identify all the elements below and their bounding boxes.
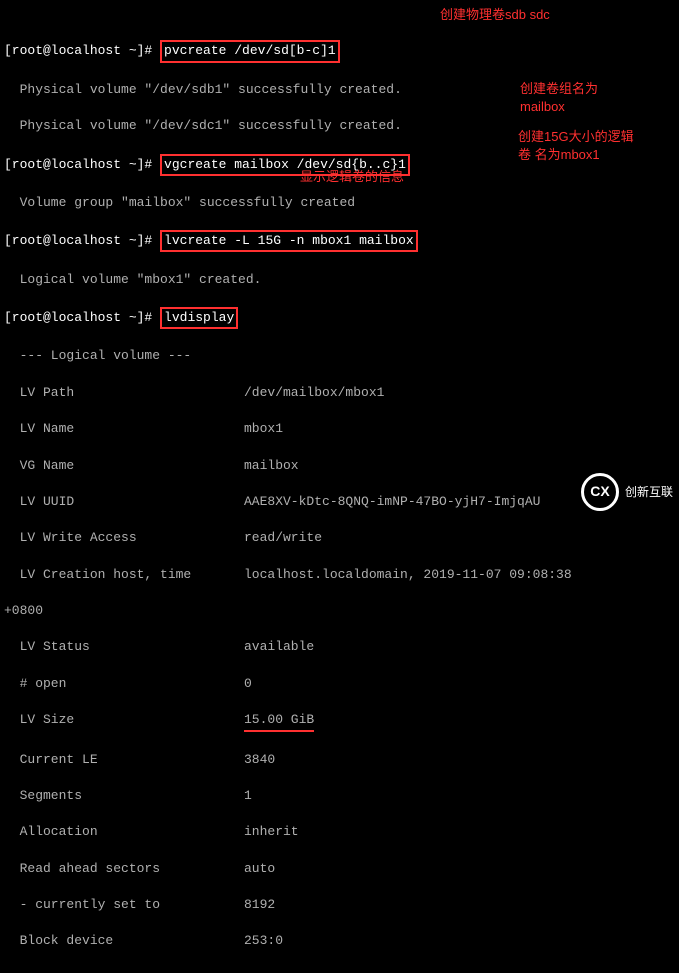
annotation-vgcreate-2: mailbox bbox=[520, 98, 565, 116]
lv-seg-row: Segments1 bbox=[4, 787, 679, 805]
prompt-line-4[interactable]: [root@localhost ~]# lvdisplay bbox=[4, 307, 679, 329]
lv-bd-row: Block device253:0 bbox=[4, 932, 679, 950]
annotation-lvdisplay: 显示逻辑卷的信息 bbox=[300, 168, 404, 186]
watermark: CX 创新互联 bbox=[581, 473, 673, 511]
cmd-pvcreate: pvcreate /dev/sd[b-c]1 bbox=[160, 40, 340, 62]
lv-bd-value: 253:0 bbox=[244, 932, 283, 950]
prompt3: [root@localhost ~]# bbox=[4, 233, 152, 248]
prompt2: [root@localhost ~]# bbox=[4, 157, 152, 172]
lv-status-label: LV Status bbox=[4, 638, 244, 656]
lv-open-label: # open bbox=[4, 675, 244, 693]
watermark-text: 创新互联 bbox=[625, 484, 673, 501]
lv-path-value: /dev/mailbox/mbox1 bbox=[244, 384, 384, 402]
vg-name-value: mailbox bbox=[244, 457, 299, 475]
annotation-lvcreate: 创建15G大小的逻辑 bbox=[518, 128, 634, 146]
lvdisplay-header: --- Logical volume --- bbox=[4, 347, 679, 365]
lv-cs-value: 8192 bbox=[244, 896, 275, 914]
prompt-line-1[interactable]: [root@localhost ~]# pvcreate /dev/sd[b-c… bbox=[4, 40, 679, 62]
lv-bd-label: Block device bbox=[4, 932, 244, 950]
annotation-vgcreate: 创建卷组名为 bbox=[520, 80, 598, 98]
lv-open-row: # open0 bbox=[4, 675, 679, 693]
lv-name-label: LV Name bbox=[4, 420, 244, 438]
lv-alloc-label: Allocation bbox=[4, 823, 244, 841]
lv-wa-label: LV Write Access bbox=[4, 529, 244, 547]
cmd-lvdisplay: lvdisplay bbox=[160, 307, 238, 329]
lv-alloc-row: Allocationinherit bbox=[4, 823, 679, 841]
vg-name-row: VG Namemailbox bbox=[4, 457, 679, 475]
lv-ct-value2: +0800 bbox=[4, 602, 679, 620]
lv-le-row: Current LE3840 bbox=[4, 751, 679, 769]
lv-open-value: 0 bbox=[244, 675, 252, 693]
annotation-lvcreate-2: 卷 名为mbox1 bbox=[518, 146, 600, 164]
lv-size-label: LV Size bbox=[4, 711, 244, 729]
lv-seg-value: 1 bbox=[244, 787, 252, 805]
lv-size-row: LV Size15.00 GiB bbox=[4, 711, 679, 732]
output-vgcreate: Volume group "mailbox" successfully crea… bbox=[4, 194, 679, 212]
lv-status-value: available bbox=[244, 638, 314, 656]
lv-le-value: 3840 bbox=[244, 751, 275, 769]
lv-ra-row: Read ahead sectorsauto bbox=[4, 860, 679, 878]
cmd-lvcreate: lvcreate -L 15G -n mbox1 mailbox bbox=[160, 230, 418, 252]
prompt-line-3[interactable]: [root@localhost ~]# lvcreate -L 15G -n m… bbox=[4, 230, 679, 252]
lv-path-label: LV Path bbox=[4, 384, 244, 402]
lv-ra-value: auto bbox=[244, 860, 275, 878]
watermark-icon: CX bbox=[581, 473, 619, 511]
lv-ra-label: Read ahead sectors bbox=[4, 860, 244, 878]
lv-name-row: LV Namembox1 bbox=[4, 420, 679, 438]
lv-status-row: LV Statusavailable bbox=[4, 638, 679, 656]
annotation-pvcreate: 创建物理卷sdb sdc bbox=[440, 6, 550, 24]
lv-size-value: 15.00 GiB bbox=[244, 711, 314, 732]
lv-name-value: mbox1 bbox=[244, 420, 283, 438]
lv-wa-row: LV Write Accessread/write bbox=[4, 529, 679, 547]
lv-ct-value: localhost.localdomain, 2019-11-07 09:08:… bbox=[244, 566, 572, 584]
prompt4: [root@localhost ~]# bbox=[4, 310, 152, 325]
lv-le-label: Current LE bbox=[4, 751, 244, 769]
lv-uuid-row: LV UUIDAAE8XV-kDtc-8QNQ-imNP-47BO-yjH7-I… bbox=[4, 493, 679, 511]
lv-cs-row: - currently set to8192 bbox=[4, 896, 679, 914]
output-lvcreate: Logical volume "mbox1" created. bbox=[4, 271, 679, 289]
lv-ct-label: LV Creation host, time bbox=[4, 566, 244, 584]
lv-uuid-label: LV UUID bbox=[4, 493, 244, 511]
lv-wa-value: read/write bbox=[244, 529, 322, 547]
lv-ct-row: LV Creation host, timelocalhost.localdom… bbox=[4, 566, 679, 584]
lv-seg-label: Segments bbox=[4, 787, 244, 805]
prompt1: [root@localhost ~]# bbox=[4, 43, 152, 58]
lv-path-row: LV Path/dev/mailbox/mbox1 bbox=[4, 384, 679, 402]
lv-alloc-value: inherit bbox=[244, 823, 299, 841]
lv-uuid-value: AAE8XV-kDtc-8QNQ-imNP-47BO-yjH7-ImjqAU bbox=[244, 493, 540, 511]
vg-name-label: VG Name bbox=[4, 457, 244, 475]
lv-cs-label: - currently set to bbox=[4, 896, 244, 914]
